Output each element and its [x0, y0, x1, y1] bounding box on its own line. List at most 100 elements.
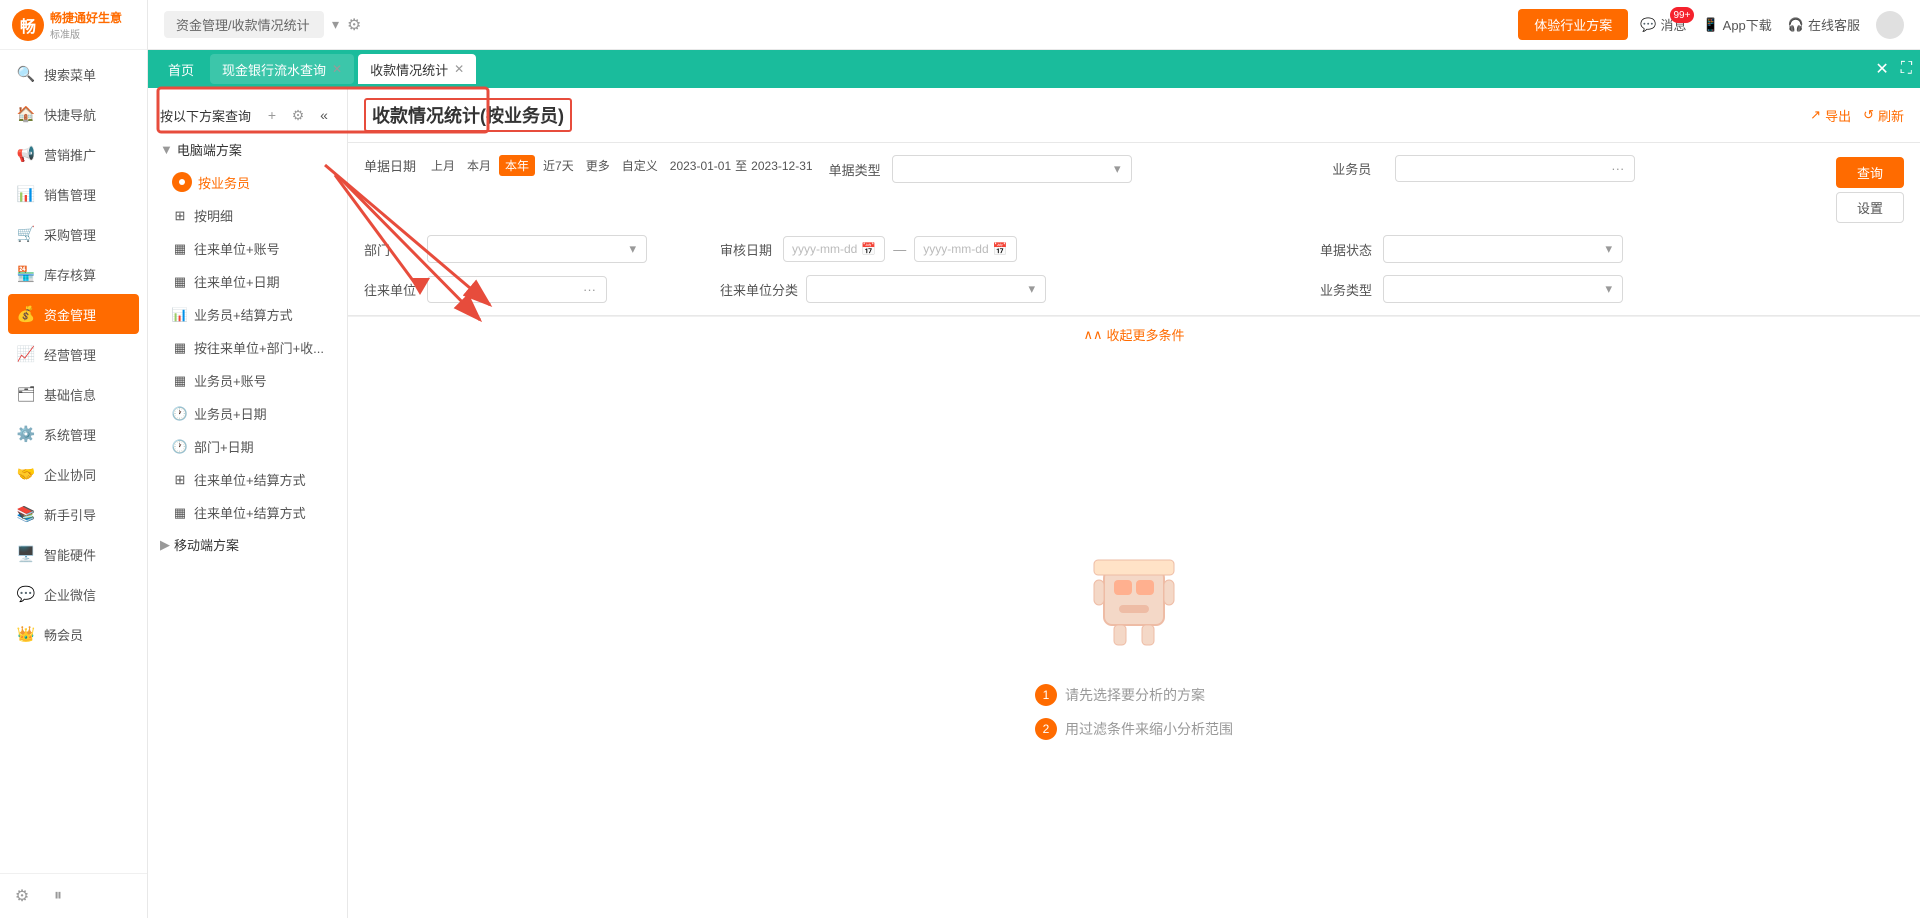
settings-button[interactable]: 设置 [1836, 192, 1904, 223]
sidebar-item-enterprise[interactable]: 🤝 企业协同 [0, 454, 147, 494]
export-button[interactable]: ↗ 导出 [1810, 106, 1851, 125]
message-badge: 99+ [1670, 7, 1695, 23]
sidebar-item-basicinfo[interactable]: 🗂 基础信息 [0, 374, 147, 414]
dept-select[interactable]: ▾ [427, 235, 647, 263]
query-button[interactable]: 查询 [1836, 157, 1904, 188]
tree-item-unit-settlement1[interactable]: ⊞ 往来单位+结算方式 [148, 463, 347, 496]
shortcut-this-month[interactable]: 本月 [463, 155, 495, 176]
audit-date-to[interactable]: yyyy-mm-dd 📅 [914, 236, 1016, 262]
shortcut-custom[interactable]: 自定义 [618, 155, 662, 176]
counterparty-select[interactable]: ··· [427, 276, 607, 303]
panel-collapse-btn[interactable]: « [313, 104, 335, 126]
sidebar-item-finance[interactable]: 💰 资金管理 [8, 294, 139, 334]
salesman-account-icon: ▦ [172, 373, 188, 389]
panel-add-btn[interactable]: + [261, 104, 283, 126]
unit-settlement1-icon: ⊞ [172, 472, 188, 488]
shortcut-last-month[interactable]: 上月 [427, 155, 459, 176]
maximize-window-btn[interactable]: ⛶ [1901, 60, 1912, 78]
date-separator: — [893, 242, 906, 257]
dept-chevron-icon: ▾ [629, 241, 636, 257]
sidebar-bottom: ⚙ ⏸ [0, 873, 147, 918]
tree-group-mobile[interactable]: ▶ 移动端方案 [148, 529, 347, 560]
app-download-button[interactable]: 📱 App下载 [1702, 15, 1771, 34]
topbar-gear-icon[interactable]: ⚙ [347, 15, 361, 35]
sidebar-item-member[interactable]: 👑 畅会员 [0, 614, 147, 654]
tree-item-unit-date[interactable]: ▦ 往来单位+日期 [148, 265, 347, 298]
shortcut-7days[interactable]: 近7天 [539, 155, 578, 176]
breadcrumb: 资金管理/收款情况统计 [164, 11, 324, 38]
tree-item-unit-dept-collect[interactable]: ▦ 按往来单位+部门+收... [148, 331, 347, 364]
online-service-button[interactable]: 🎧 在线客服 [1788, 15, 1860, 34]
salesman-select[interactable]: ··· [1395, 155, 1635, 182]
shortcut-more[interactable]: 更多 [582, 155, 614, 176]
counterparty-cat-select[interactable]: ▾ [806, 275, 1046, 303]
tree-item-unit-account[interactable]: ▦ 往来单位+账号 [148, 232, 347, 265]
sidebar-item-quicknav[interactable]: 🏠 快捷导航 [0, 94, 147, 134]
dropdown-arrow-icon[interactable]: ▾ [332, 16, 339, 33]
sidebar-settings-btn[interactable]: ⚙ [8, 882, 36, 910]
doc-type-field: 单据类型 ▾ [829, 155, 1317, 183]
counterparty-more-icon: ··· [583, 282, 596, 297]
step-2-number: 2 [1035, 718, 1057, 740]
sidebar-item-inventory[interactable]: 🏪 库存核算 [0, 254, 147, 294]
tab-close-receipts[interactable]: ✕ [454, 62, 464, 76]
sidebar-item-tutorial[interactable]: 📚 新手引导 [0, 494, 147, 534]
page-header-actions: ↗ 导出 ↺ 刷新 [1810, 106, 1904, 125]
tree-group-desktop[interactable]: ▼ 电脑端方案 [148, 134, 347, 165]
tree-desktop: ▼ 电脑端方案 按业务员 ⊞ 按明细 ▦ 往来单位+账号 [148, 134, 347, 529]
sidebar-item-hardware[interactable]: 🖥️ 智能硬件 [0, 534, 147, 574]
trial-button[interactable]: 体验行业方案 [1518, 9, 1628, 40]
tree-item-detail[interactable]: ⊞ 按明细 [148, 199, 347, 232]
refresh-button[interactable]: ↺ 刷新 [1863, 106, 1904, 125]
close-window-btn[interactable]: ✕ [1875, 59, 1888, 79]
doc-type-chevron-icon: ▾ [1114, 161, 1121, 177]
date-label: 单据日期 [364, 156, 419, 175]
sidebar-item-marketing[interactable]: 📢 营销推广 [0, 134, 147, 174]
calendar-from-icon: 📅 [861, 242, 876, 256]
user-avatar[interactable] [1876, 11, 1904, 39]
tab-home[interactable]: 首页 [156, 50, 206, 88]
tree-item-salesman-account[interactable]: ▦ 业务员+账号 [148, 364, 347, 397]
salesman-settlement-icon: 📊 [172, 307, 188, 323]
tree-item-unit-settlement2[interactable]: ▦ 往来单位+结算方式 [148, 496, 347, 529]
doc-type-label: 单据类型 [829, 160, 884, 179]
biz-type-field: 业务类型 ▾ [1320, 275, 1904, 303]
tree-item-salesman-settlement[interactable]: 📊 业务员+结算方式 [148, 298, 347, 331]
dept-label: 部门 [364, 240, 419, 259]
unit-account-icon: ▦ [172, 241, 188, 257]
doc-status-select[interactable]: ▾ [1383, 235, 1623, 263]
salesman-field: 业务员 ··· [1332, 155, 1820, 182]
dept-date-icon: 🕐 [172, 439, 188, 455]
tab-close-cashflow[interactable]: ✕ [332, 62, 342, 76]
sidebar-item-wechat[interactable]: 💬 企业微信 [0, 574, 147, 614]
sidebar-item-operations[interactable]: 📈 经营管理 [0, 334, 147, 374]
tree-mobile: ▶ 移动端方案 [148, 529, 347, 560]
tab-receipts[interactable]: 收款情况统计 ✕ [358, 54, 476, 84]
sidebar: 畅 畅捷通好生意 标准版 🔍 搜索菜单 🏠 快捷导航 📢 营销推广 📊 销售管理… [0, 0, 148, 918]
tab-cashflow[interactable]: 现金银行流水查询 ✕ [210, 54, 354, 84]
collapse-bar[interactable]: ∧∧ 收起更多条件 [348, 316, 1920, 352]
tree-item-salesman[interactable]: 按业务员 [148, 165, 347, 199]
sidebar-item-system[interactable]: ⚙️ 系统管理 [0, 414, 147, 454]
empty-state: 1 请先选择要分析的方案 2 用过滤条件来缩小分析范围 [348, 352, 1920, 918]
doc-type-select[interactable]: ▾ [892, 155, 1132, 183]
audit-date-from[interactable]: yyyy-mm-dd 📅 [783, 236, 885, 262]
sidebar-item-purchase[interactable]: 🛒 采购管理 [0, 214, 147, 254]
panel-settings-btn[interactable]: ⚙ [287, 104, 309, 126]
tree-item-dept-date[interactable]: 🕐 部门+日期 [148, 430, 347, 463]
sidebar-item-search[interactable]: 🔍 搜索菜单 [0, 54, 147, 94]
shortcut-this-year[interactable]: 本年 [499, 155, 535, 176]
counterparty-cat-field: 往来单位分类 ▾ [720, 275, 1304, 303]
audit-date-field: 审核日期 yyyy-mm-dd 📅 — yyyy-mm-dd 📅 [720, 236, 1304, 262]
messages-button[interactable]: 💬 消息 99+ [1640, 15, 1686, 34]
biz-type-select[interactable]: ▾ [1383, 275, 1623, 303]
counterparty-cat-chevron-icon: ▾ [1028, 281, 1035, 297]
sidebar-collapse-btn[interactable]: ⏸ [44, 882, 72, 910]
tree-item-salesman-date[interactable]: 🕐 业务员+日期 [148, 397, 347, 430]
sidebar-item-sales[interactable]: 📊 销售管理 [0, 174, 147, 214]
doc-status-label: 单据状态 [1320, 240, 1375, 259]
inventory-icon: 🏪 [16, 264, 36, 284]
collapse-icon: ∧∧ [1083, 327, 1102, 343]
tabs-bar: 首页 现金银行流水查询 ✕ 收款情况统计 ✕ ✕ ⛶ [148, 50, 1920, 88]
messages-icon: 💬 [1640, 17, 1656, 33]
